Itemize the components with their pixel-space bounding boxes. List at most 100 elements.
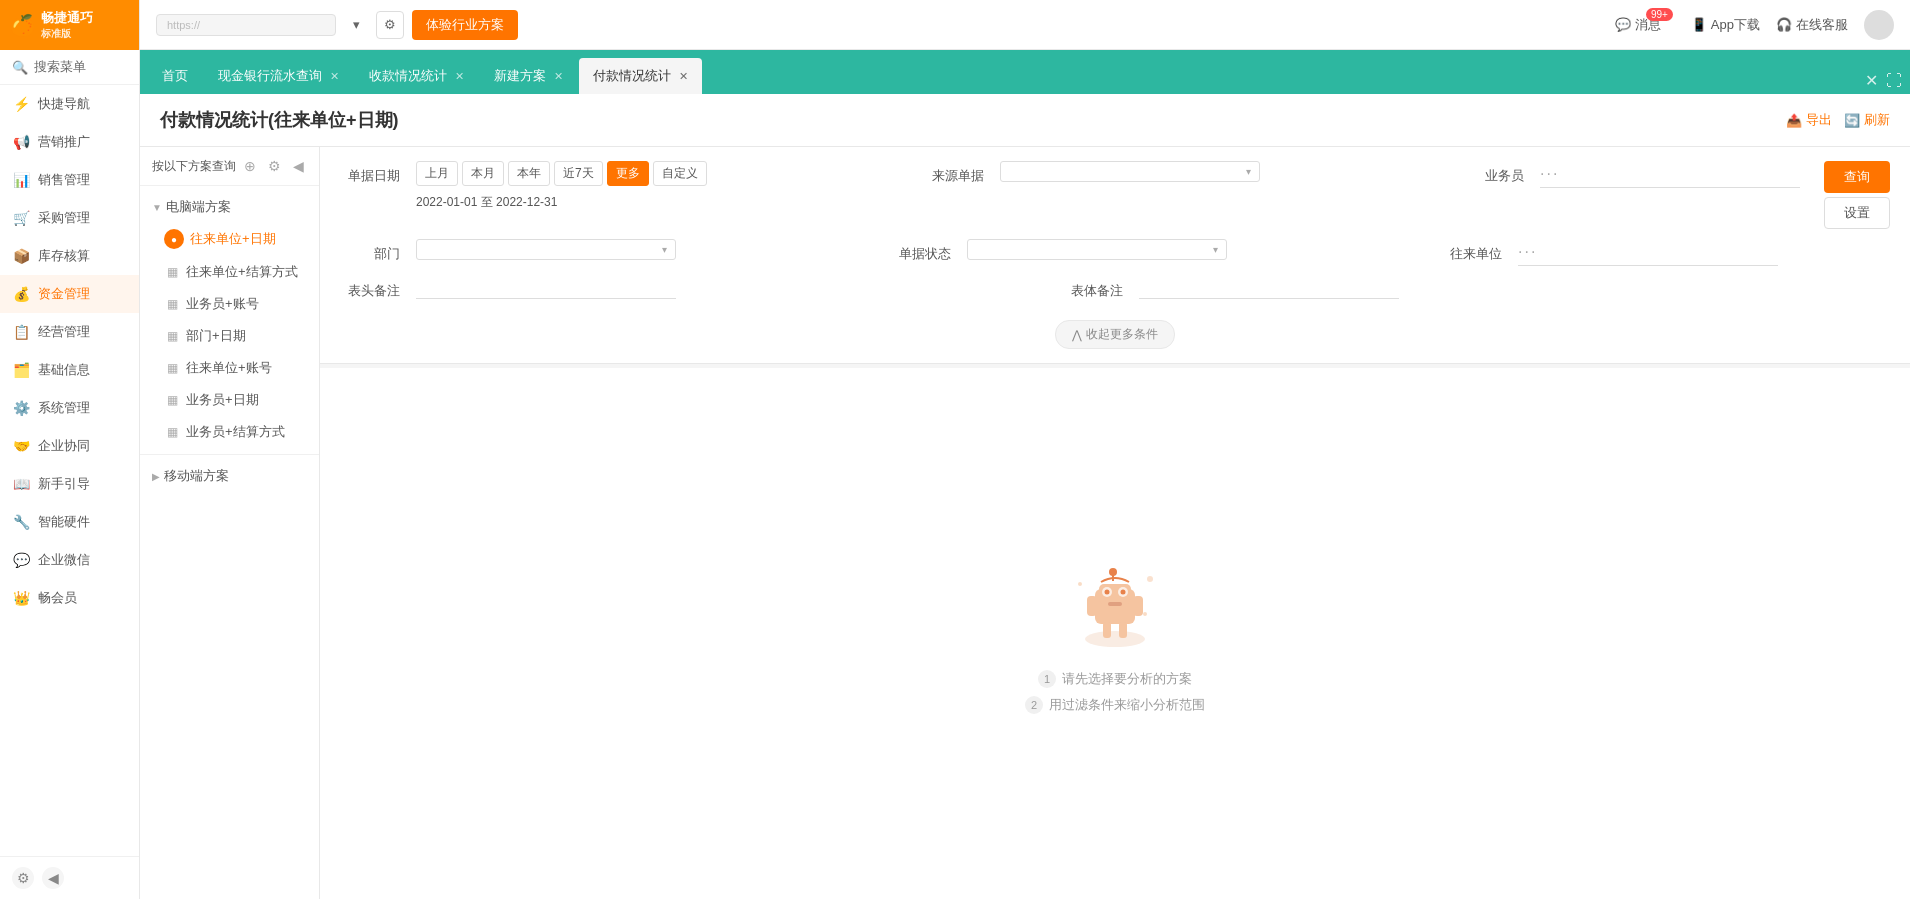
tab-close-3[interactable]: ✕ [554,70,563,83]
sidebar-item-purchase[interactable]: 🛒 采购管理 [0,199,139,237]
nav-icon-member: 👑 [12,589,30,607]
collapse-sidebar-icon[interactable]: ◀ [42,867,64,889]
filter-row-1: 单据日期 上月 本月 本年 近7天 更多 自定义 2022-01-01 至 20… [340,161,1890,229]
svg-rect-10 [1103,622,1111,638]
doc-status-select[interactable]: ▾ [967,239,1227,260]
sidebar-item-quick[interactable]: ⚡ 快捷导航 [0,85,139,123]
tab-close-4[interactable]: ✕ [679,70,688,83]
customer-service-btn[interactable]: 🎧 在线客服 [1776,16,1848,34]
mobile-group-header[interactable]: ▶ 移动端方案 [140,461,319,491]
desktop-group-label: 电脑端方案 [166,198,231,216]
table-body-note-input[interactable] [1139,276,1399,299]
collapse-label: 收起更多条件 [1086,326,1158,343]
settings-bottom-icon[interactable]: ⚙ [12,867,34,889]
sidebar-item-capital[interactable]: 💰 资金管理 [0,275,139,313]
expand-tab-icon[interactable]: ⛶ [1886,72,1902,90]
nav-label-collab: 企业协同 [38,437,90,455]
date-this-month-btn[interactable]: 本月 [462,161,504,186]
sidebar-item-inventory[interactable]: 📦 库存核算 [0,237,139,275]
mobile-chevron-icon: ▶ [152,471,160,482]
desktop-group-header[interactable]: ▼ 电脑端方案 [140,192,319,222]
collapse-conditions-btn[interactable]: ⋀ 收起更多条件 [1055,320,1175,349]
sidebar-item-sales[interactable]: 📊 销售管理 [0,161,139,199]
scheme-item-3[interactable]: ▦ 部门+日期 [140,320,319,352]
sidebar-item-system[interactable]: ⚙️ 系统管理 [0,389,139,427]
sidebar-item-wechat[interactable]: 💬 企业微信 [0,541,139,579]
refresh-btn[interactable]: 🔄 刷新 [1844,111,1890,129]
scheme-item-4[interactable]: ▦ 往来单位+账号 [140,352,319,384]
sidebar-item-basic[interactable]: 🗂️ 基础信息 [0,351,139,389]
scheme-item-0[interactable]: ● 往来单位+日期 [140,222,319,256]
sidebar-item-member[interactable]: 👑 畅会员 [0,579,139,617]
date-range: 2022-01-01 至 2022-12-31 [416,194,707,211]
filter-row-3: 表头备注 表体备注 [340,276,1890,300]
scheme-settings-btn[interactable]: ⚙ [265,157,283,175]
tab-1[interactable]: 现金银行流水查询✕ [204,58,353,94]
partner-field[interactable]: ··· [1518,239,1778,266]
sidebar-search[interactable]: 🔍 搜索菜单 [0,50,139,85]
nav-icon-sales: 📊 [12,171,30,189]
sidebar: 🍊 畅捷通巧 标准版 🔍 搜索菜单 ⚡ 快捷导航 📢 营销推广 📊 销售管理 🛒… [0,0,140,899]
scheme-item-label-0: 往来单位+日期 [190,230,276,248]
salesperson-field[interactable]: ··· [1540,161,1800,188]
date-custom-btn[interactable]: 自定义 [653,161,707,186]
user-avatar[interactable] [1864,10,1894,40]
nav-label-hardware: 智能硬件 [38,513,90,531]
logo-text-area: 畅捷通巧 标准版 [41,9,93,41]
scheme-item-5[interactable]: ▦ 业务员+日期 [140,384,319,416]
logo-icon: 🍊 [10,13,35,37]
header-settings-btn[interactable]: ⚙ [376,11,404,39]
app-download-btn[interactable]: 📱 App下载 [1691,16,1760,34]
nav-label-capital: 资金管理 [38,285,90,303]
query-btn[interactable]: 查询 [1824,161,1890,193]
tab-2[interactable]: 收款情况统计✕ [355,58,478,94]
date-last-month-btn[interactable]: 上月 [416,161,458,186]
nav-icon-guide: 📖 [12,475,30,493]
sidebar-item-guide[interactable]: 📖 新手引导 [0,465,139,503]
sidebar-item-marketing[interactable]: 📢 营销推广 [0,123,139,161]
dept-select[interactable]: ▾ [416,239,676,260]
search-label: 搜索菜单 [34,58,86,76]
sidebar-item-hardware[interactable]: 🔧 智能硬件 [0,503,139,541]
scheme-item-6[interactable]: ▦ 业务员+结算方式 [140,416,319,448]
dept-label: 部门 [340,239,400,263]
nav-label-system: 系统管理 [38,399,90,417]
tab-close-2[interactable]: ✕ [455,70,464,83]
scheme-item-label-6: 业务员+结算方式 [186,423,285,441]
tabs-container: 首页现金银行流水查询✕收款情况统计✕新建方案✕付款情况统计✕ [148,58,702,94]
collapse-scheme-btn[interactable]: ◀ [289,157,307,175]
date-more-btn[interactable]: 更多 [607,161,649,186]
scheme-header-title: 按以下方案查询 [152,158,236,175]
source-select-arrow: ▾ [1246,166,1251,177]
scheme-header: 按以下方案查询 ⊕ ⚙ ◀ [140,147,319,186]
date-this-year-btn[interactable]: 本年 [508,161,550,186]
nav-icon-marketing: 📢 [12,133,30,151]
nav-items-container: ⚡ 快捷导航 📢 营销推广 📊 销售管理 🛒 采购管理 📦 库存核算 💰 资金管… [0,85,139,617]
tab-close-1[interactable]: ✕ [330,70,339,83]
sidebar-item-operation[interactable]: 📋 经营管理 [0,313,139,351]
page-header-actions: 📤 导出 🔄 刷新 [1786,111,1890,143]
close-tab-icon[interactable]: ✕ [1865,71,1878,90]
sidebar-item-collab[interactable]: 🤝 企业协同 [0,427,139,465]
nav-label-marketing: 营销推广 [38,133,90,151]
scheme-items-container: ● 往来单位+日期 ▦ 往来单位+结算方式 ▦ 业务员+账号 ▦ 部门+日期 ▦… [140,222,319,448]
address-dropdown-btn[interactable]: ▾ [344,13,368,37]
industry-btn[interactable]: 体验行业方案 [412,10,518,40]
filter-settings-btn[interactable]: 设置 [1824,197,1890,229]
add-scheme-btn[interactable]: ⊕ [241,157,259,175]
export-btn[interactable]: 📤 导出 [1786,111,1832,129]
app-download-label: App下载 [1711,16,1760,34]
scheme-icon-1: ▦ [164,264,180,280]
tab-4[interactable]: 付款情况统计✕ [579,58,702,94]
address-bar[interactable]: https:// [156,14,336,36]
notifications-btn[interactable]: 💬 消息 99+ [1615,16,1661,34]
tab-0[interactable]: 首页 [148,58,202,94]
scheme-item-1[interactable]: ▦ 往来单位+结算方式 [140,256,319,288]
date-7days-btn[interactable]: 近7天 [554,161,603,186]
source-select[interactable]: ▾ [1000,161,1260,182]
tip-text-1: 请先选择要分析的方案 [1062,670,1192,688]
scheme-item-2[interactable]: ▦ 业务员+账号 [140,288,319,320]
scheme-icon-5: ▦ [164,392,180,408]
table-header-note-input[interactable] [416,276,676,299]
tab-3[interactable]: 新建方案✕ [480,58,577,94]
